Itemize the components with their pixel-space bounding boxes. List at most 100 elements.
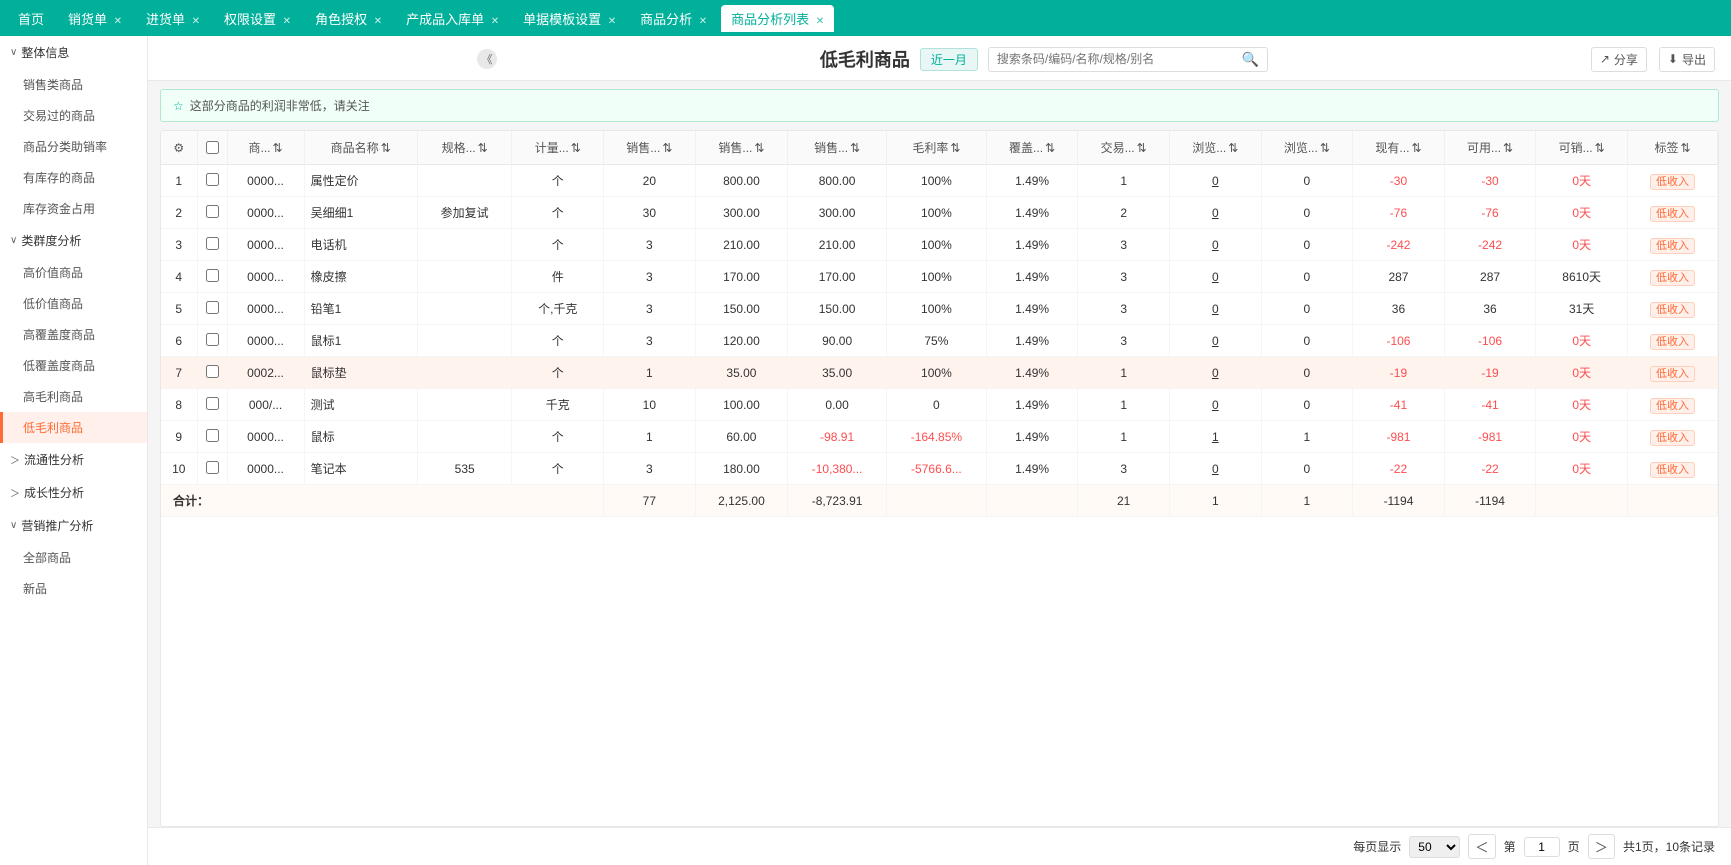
page-number-input[interactable] — [1524, 837, 1560, 857]
cell-name[interactable]: 鼠标1 — [304, 325, 417, 357]
row-checkbox[interactable] — [206, 269, 219, 282]
cell-browse1[interactable]: 0 — [1169, 453, 1261, 485]
cell-browse1[interactable]: 0 — [1169, 357, 1261, 389]
row-checkbox[interactable] — [206, 205, 219, 218]
sidebar-item-traded-goods[interactable]: 交易过的商品 — [0, 100, 147, 131]
nav-purchase[interactable]: 进货单 ✕ — [136, 5, 210, 32]
cell-browse2: 0 — [1261, 261, 1353, 293]
cell-name[interactable]: 鼠标垫 — [304, 357, 417, 389]
col-gross-rate[interactable]: 毛利率 ⇅ — [887, 131, 987, 165]
nav-template-close[interactable]: ✕ — [608, 16, 616, 27]
sidebar-item-high-margin[interactable]: 高毛利商品 — [0, 381, 147, 412]
col-tag[interactable]: 标签 ⇅ — [1627, 131, 1717, 165]
cell-browse1[interactable]: 0 — [1169, 197, 1261, 229]
nav-product-in-close[interactable]: ✕ — [491, 16, 499, 27]
col-browse2[interactable]: 浏览... ⇅ — [1261, 131, 1353, 165]
col-current[interactable]: 现有... ⇅ — [1353, 131, 1445, 165]
col-sales-qty[interactable]: 销售... ⇅ — [604, 131, 696, 165]
col-spec[interactable]: 规格... ⇅ — [417, 131, 512, 165]
check-all[interactable] — [206, 141, 219, 154]
sidebar-group-overall[interactable]: ∨ 整体信息 — [0, 36, 147, 69]
row-checkbox[interactable] — [206, 397, 219, 410]
cell-browse1[interactable]: 0 — [1169, 261, 1261, 293]
sidebar-item-stock-fund[interactable]: 库存资金占用 — [0, 193, 147, 224]
nav-role[interactable]: 角色授权 ✕ — [305, 5, 392, 32]
row-checkbox[interactable] — [206, 429, 219, 442]
row-checkbox[interactable] — [206, 237, 219, 250]
cell-name[interactable]: 电话机 — [304, 229, 417, 261]
sidebar-item-category-rate[interactable]: 商品分类助销率 — [0, 131, 147, 162]
nav-role-close[interactable]: ✕ — [374, 16, 382, 27]
row-checkbox[interactable] — [206, 365, 219, 378]
prev-page-btn[interactable]: ＜ — [1468, 834, 1495, 859]
sidebar-item-low-coverage[interactable]: 低覆盖度商品 — [0, 350, 147, 381]
col-cover-rate[interactable]: 覆盖... ⇅ — [986, 131, 1078, 165]
nav-product-in[interactable]: 产成品入库单 ✕ — [396, 5, 509, 32]
cell-name[interactable]: 鼠标 — [304, 421, 417, 453]
nav-permission-close[interactable]: ✕ — [283, 16, 291, 27]
share-button[interactable]: ↗ 分享 — [1591, 47, 1647, 72]
cell-name[interactable]: 笔记本 — [304, 453, 417, 485]
cell-sales-price: 60.00 — [695, 421, 788, 453]
cell-browse1[interactable]: 0 — [1169, 229, 1261, 261]
nav-goods-list[interactable]: 商品分析列表 ✕ — [721, 5, 834, 32]
cell-browse1[interactable]: 0 — [1169, 293, 1261, 325]
cell-name[interactable]: 属性定价 — [304, 165, 417, 197]
col-saleable[interactable]: 可销... ⇅ — [1536, 131, 1628, 165]
search-icon[interactable]: 🔍 — [1241, 51, 1258, 68]
sidebar-group-marketing[interactable]: ∨ 营销推广分析 — [0, 509, 147, 542]
cell-name[interactable]: 吴细细1 — [304, 197, 417, 229]
cell-name[interactable]: 测试 — [304, 389, 417, 421]
cell-browse1[interactable]: 1 — [1169, 421, 1261, 453]
sidebar-item-sales-goods[interactable]: 销售类商品 — [0, 69, 147, 100]
sidebar-group-growth[interactable]: ＞ 成长性分析 — [0, 476, 147, 509]
cell-browse1[interactable]: 0 — [1169, 389, 1261, 421]
table-row: 6 0000... 鼠标1 个 3 120.00 90.00 75% 1.49%… — [161, 325, 1718, 357]
nav-template[interactable]: 单据模板设置 ✕ — [513, 5, 626, 32]
export-button[interactable]: ⬇ 导出 — [1659, 47, 1715, 72]
nav-goods-list-close[interactable]: ✕ — [816, 16, 824, 27]
sidebar-group-flow[interactable]: ＞ 流通性分析 — [0, 443, 147, 476]
nav-sales-close[interactable]: ✕ — [114, 16, 122, 27]
col-sales-price[interactable]: 销售... ⇅ — [695, 131, 788, 165]
filter-recent-month[interactable]: 近一月 — [920, 48, 978, 71]
col-code[interactable]: 商... ⇅ — [227, 131, 304, 165]
nav-permission[interactable]: 权限设置 ✕ — [214, 5, 301, 32]
cell-name[interactable]: 橡皮擦 — [304, 261, 417, 293]
row-checkbox[interactable] — [206, 333, 219, 346]
col-settings[interactable]: ⚙ — [161, 131, 197, 165]
search-input[interactable] — [997, 52, 1242, 66]
sidebar-group-cluster[interactable]: ∨ 类群度分析 — [0, 224, 147, 257]
group-flow-label: 流通性分析 — [24, 451, 84, 468]
col-browse1[interactable]: 浏览... ⇅ — [1169, 131, 1261, 165]
next-page-btn[interactable]: ＞ — [1588, 834, 1615, 859]
cell-tag: 低收入 — [1627, 325, 1717, 357]
sidebar-item-new-goods[interactable]: 新品 — [0, 573, 147, 604]
nav-purchase-close[interactable]: ✕ — [192, 16, 200, 27]
collapse-button[interactable]: 《 — [477, 49, 497, 69]
cell-browse1[interactable]: 0 — [1169, 325, 1261, 357]
nav-goods-analysis-close[interactable]: ✕ — [699, 16, 707, 27]
row-checkbox[interactable] — [206, 301, 219, 314]
sidebar-item-all-goods[interactable]: 全部商品 — [0, 542, 147, 573]
sidebar-item-low-margin[interactable]: 低毛利商品 — [0, 412, 147, 443]
cell-browse1[interactable]: 0 — [1169, 165, 1261, 197]
cell-sales-price: 300.00 — [695, 197, 788, 229]
sidebar-item-low-value[interactable]: 低价值商品 — [0, 288, 147, 319]
sidebar-item-high-value[interactable]: 高价值商品 — [0, 257, 147, 288]
cell-name[interactable]: 铅笔1 — [304, 293, 417, 325]
col-unit[interactable]: 计量... ⇅ — [512, 131, 604, 165]
cell-sales-price: 800.00 — [695, 165, 788, 197]
row-checkbox[interactable] — [206, 173, 219, 186]
col-trade[interactable]: 交易... ⇅ — [1078, 131, 1170, 165]
nav-goods-analysis[interactable]: 商品分析 ✕ — [630, 5, 717, 32]
col-available[interactable]: 可用... ⇅ — [1444, 131, 1536, 165]
col-name[interactable]: 商品名称 ⇅ — [304, 131, 417, 165]
col-sales-amount[interactable]: 销售... ⇅ — [788, 131, 887, 165]
nav-home[interactable]: 首页 — [8, 5, 54, 32]
per-page-select[interactable]: 50 100 200 — [1409, 836, 1460, 858]
sidebar-item-in-stock[interactable]: 有库存的商品 — [0, 162, 147, 193]
row-checkbox[interactable] — [206, 461, 219, 474]
sidebar-item-high-coverage[interactable]: 高覆盖度商品 — [0, 319, 147, 350]
nav-sales[interactable]: 销货单 ✕ — [58, 5, 132, 32]
